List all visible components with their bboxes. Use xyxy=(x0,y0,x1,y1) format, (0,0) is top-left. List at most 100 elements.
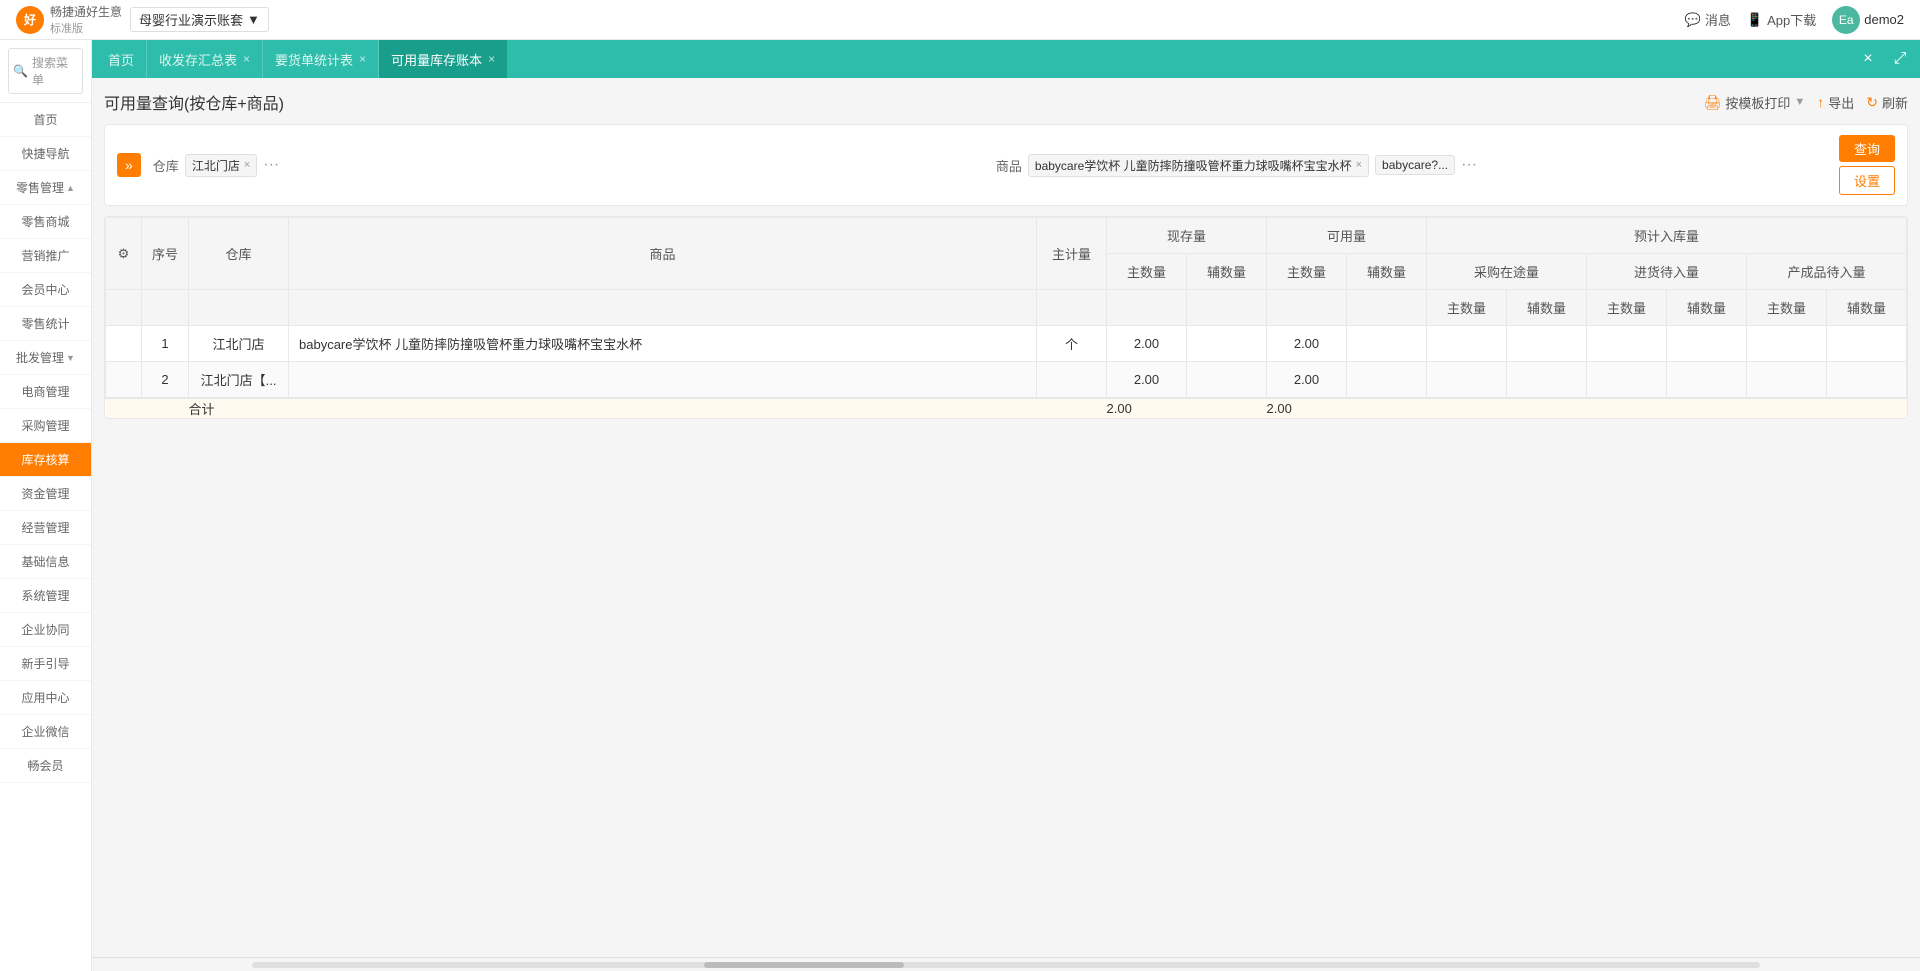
sidebar-item-inventory-check[interactable]: 库存核算 xyxy=(0,443,91,477)
message-action[interactable]: 💬 消息 xyxy=(1685,10,1731,29)
cell-avail-main-2: 2.00 xyxy=(1267,362,1347,399)
horizontal-scrollbar-track[interactable] xyxy=(252,962,1760,968)
user-profile[interactable]: Ea demo2 xyxy=(1832,6,1904,34)
sidebar-item-enterprise-wechat[interactable]: 企业微信 xyxy=(0,715,91,749)
sidebar-item-marketing[interactable]: 营销推广 xyxy=(0,239,91,273)
tab-available-inventory[interactable]: 可用量库存账本 × xyxy=(379,40,508,78)
app-download-action[interactable]: 📱 App下载 xyxy=(1747,10,1816,29)
th-main-unit: 主计量 xyxy=(1037,218,1107,290)
th-production-pending-main: 主数量 xyxy=(1747,290,1827,326)
product-tag-2: babycare?... xyxy=(1375,155,1455,175)
sidebar-item-sys-mgmt[interactable]: 系统管理 xyxy=(0,579,91,613)
filter-warehouse-group: 仓库 江北门店 × ··· xyxy=(153,154,984,177)
product-label: 商品 xyxy=(996,156,1022,175)
print-arrow-icon: ▼ xyxy=(1794,96,1805,108)
th-current-stock: 现存量 xyxy=(1107,218,1267,254)
footer-cell-5 xyxy=(1037,398,1107,418)
tab-close-receipt-summary[interactable]: × xyxy=(243,53,250,65)
th-no: 序号 xyxy=(142,218,189,290)
warehouse-tag-close[interactable]: × xyxy=(244,159,250,171)
footer-prod-aux xyxy=(1827,398,1907,418)
query-btn[interactable]: 查询 xyxy=(1839,135,1895,162)
sidebar-item-retail-mgmt[interactable]: 零售管理 xyxy=(0,171,91,205)
cell-pp-main-1 xyxy=(1587,326,1667,362)
filter-expand-btn[interactable]: » xyxy=(117,153,141,177)
cell-warehouse-1: 江北门店 xyxy=(189,326,289,362)
search-menu-btn[interactable]: 🔍 搜索菜单 xyxy=(8,48,83,94)
sidebar-item-finance-mgmt[interactable]: 资金管理 xyxy=(0,477,91,511)
refresh-action[interactable]: ↻ 刷新 xyxy=(1866,93,1908,112)
th-empty4 xyxy=(289,290,1037,326)
bottom-scroll-area xyxy=(92,957,1920,971)
cell-gear-1[interactable] xyxy=(106,326,142,362)
product-tag1-close[interactable]: × xyxy=(1356,159,1362,171)
tab-expand-btn[interactable]: ⤢ xyxy=(1888,47,1912,71)
tab-home[interactable]: 首页 xyxy=(96,40,147,78)
sidebar-item-quick-nav[interactable]: 快捷导航 xyxy=(0,137,91,171)
filter-product-group: 商品 babycare学饮杯 儿童防摔防撞吸管杯重力球吸嘴杯宝宝水杯 × bab… xyxy=(996,154,1827,177)
th-gear[interactable]: ⚙ xyxy=(106,218,142,290)
sidebar-item-enterprise-collab[interactable]: 企业协同 xyxy=(0,613,91,647)
cell-avail-aux-1 xyxy=(1347,326,1427,362)
cell-pt-aux-1 xyxy=(1507,326,1587,362)
footer-pt-main xyxy=(1427,398,1507,418)
th-empty2 xyxy=(142,290,189,326)
th-purchase-pending-header: 进货待入量 xyxy=(1587,254,1747,290)
sidebar-item-ecom-mgmt[interactable]: 电商管理 xyxy=(0,375,91,409)
footer-prod-main xyxy=(1747,398,1827,418)
cell-no-1: 1 xyxy=(142,326,189,362)
footer-stock-main: 2.00 xyxy=(1107,398,1187,418)
th-purchase-transit-main: 主数量 xyxy=(1427,290,1507,326)
sidebar-item-wholesale-mgmt[interactable]: 批发管理 xyxy=(0,341,91,375)
inventory-table: ⚙ 序号 仓库 商品 主计量 现存量 可用量 预计入库量 主数量 辅数量 xyxy=(105,217,1907,418)
sidebar-item-retail-stats[interactable]: 零售统计 xyxy=(0,307,91,341)
header-actions: 🖨 按模板打印 ▼ ↑ 导出 ↻ 刷新 xyxy=(1704,93,1908,112)
sidebar-item-purchase-mgmt[interactable]: 采购管理 xyxy=(0,409,91,443)
cell-pt-main-2 xyxy=(1427,362,1507,399)
template-print-action[interactable]: 🖨 按模板打印 ▼ xyxy=(1704,93,1806,112)
sidebar-item-retail-mall[interactable]: 零售商城 xyxy=(0,205,91,239)
cell-pp-main-2 xyxy=(1587,362,1667,399)
horizontal-scrollbar-thumb[interactable] xyxy=(704,962,904,968)
table-container: ⚙ 序号 仓库 商品 主计量 现存量 可用量 预计入库量 主数量 辅数量 xyxy=(104,216,1908,419)
th-avail-aux: 辅数量 xyxy=(1347,254,1427,290)
logo-area: 好 畅捷通好生意 标准版 xyxy=(16,3,122,36)
table-row: 1 江北门店 babycare学饮杯 儿童防摔防撞吸管杯重力球吸嘴杯宝宝水杯 个… xyxy=(106,326,1907,362)
footer-cell-2 xyxy=(142,398,189,418)
tab-close-all-btn[interactable]: × xyxy=(1856,47,1880,71)
sidebar-item-operation-mgmt[interactable]: 经营管理 xyxy=(0,511,91,545)
tab-receipt-summary[interactable]: 收发存汇总表 × xyxy=(147,40,263,78)
footer-pp-aux xyxy=(1667,398,1747,418)
cell-avail-aux-2 xyxy=(1347,362,1427,399)
logo-icon: 好 xyxy=(16,6,44,34)
main-layout: 🔍 搜索菜单 首页 快捷导航 零售管理 零售商城 营销推广 会员中心 零售统计 … xyxy=(0,40,1920,971)
cell-product-2 xyxy=(289,362,1037,399)
th-avail-main: 主数量 xyxy=(1267,254,1347,290)
sidebar-item-home[interactable]: 首页 xyxy=(0,103,91,137)
warehouse-label: 仓库 xyxy=(153,156,179,175)
industry-selector[interactable]: 母婴行业演示账套 ▼ xyxy=(130,7,269,32)
page-header: 可用量查询(按仓库+商品) 🖨 按模板打印 ▼ ↑ 导出 ↻ 刷新 xyxy=(104,90,1908,114)
setting-btn[interactable]: 设置 xyxy=(1839,166,1895,195)
top-bar-right: 💬 消息 📱 App下载 Ea demo2 xyxy=(1685,6,1904,34)
sidebar-item-basic-info[interactable]: 基础信息 xyxy=(0,545,91,579)
cell-gear-2[interactable] xyxy=(106,362,142,399)
sidebar-item-app-center[interactable]: 应用中心 xyxy=(0,681,91,715)
warehouse-more-btn[interactable]: ··· xyxy=(263,156,279,174)
tab-order-stats[interactable]: 要货单统计表 × xyxy=(263,40,379,78)
footer-avail-aux xyxy=(1347,398,1427,418)
sidebar-item-member[interactable]: 畅会员 xyxy=(0,749,91,783)
cell-stock-main-1: 2.00 xyxy=(1107,326,1187,362)
export-action[interactable]: ↑ 导出 xyxy=(1817,93,1854,112)
cell-stock-aux-1 xyxy=(1187,326,1267,362)
sidebar-item-member-center[interactable]: 会员中心 xyxy=(0,273,91,307)
product-more-btn[interactable]: ··· xyxy=(1461,156,1477,174)
tab-close-order-stats[interactable]: × xyxy=(359,53,366,65)
top-bar: 好 畅捷通好生意 标准版 母婴行业演示账套 ▼ 💬 消息 📱 App下载 Ea … xyxy=(0,0,1920,40)
table-footer-row: 合计 2.00 2.00 xyxy=(106,398,1907,418)
th-empty5 xyxy=(1037,290,1107,326)
tab-close-available-inventory[interactable]: × xyxy=(488,53,495,65)
th-empty8 xyxy=(1267,290,1347,326)
sidebar-item-new-user-guide[interactable]: 新手引导 xyxy=(0,647,91,681)
cell-warehouse-2: 江北门店【... xyxy=(189,362,289,399)
